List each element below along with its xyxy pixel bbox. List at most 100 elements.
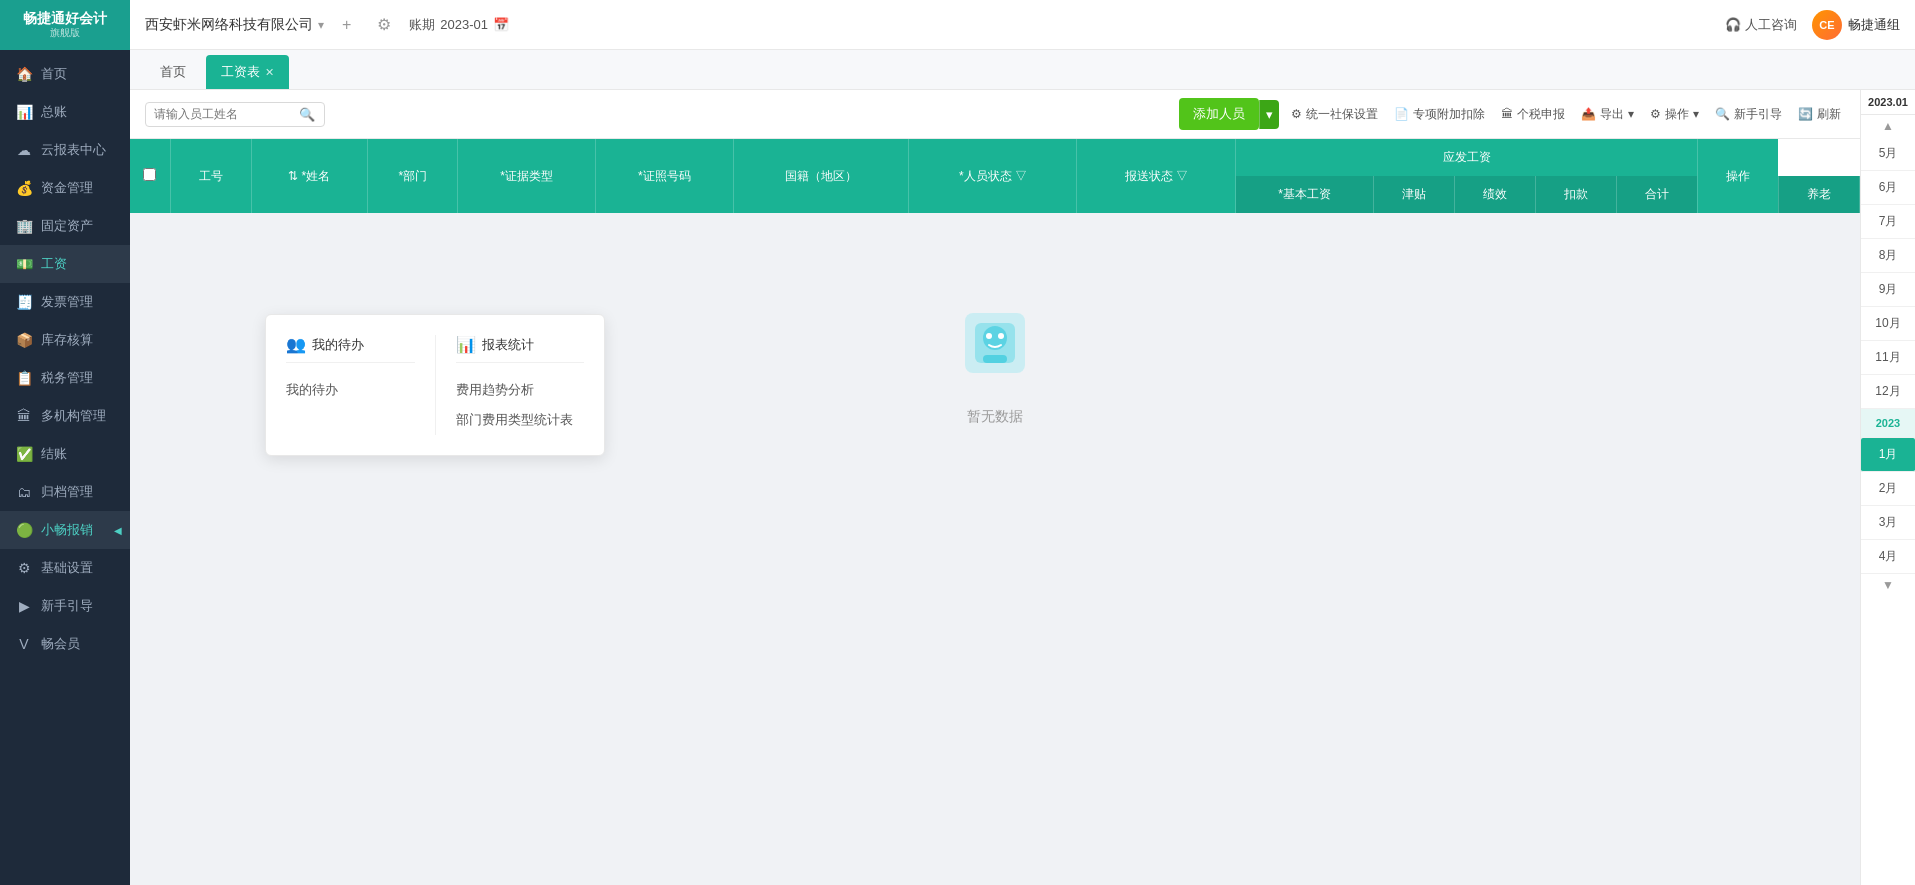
sidebar-item-label-checkout: 结账 [41, 445, 67, 463]
company-dropdown-icon: ▾ [318, 18, 324, 32]
month-nav-up[interactable]: ▲ [1861, 115, 1915, 137]
col-employee-id: 工号 [170, 139, 251, 213]
sidebar-item-label-multi-org: 多机构管理 [41, 407, 106, 425]
service-button[interactable]: 🎧 人工咨询 [1725, 16, 1797, 34]
month-item-jul[interactable]: 7月 [1861, 205, 1915, 239]
sidebar-item-cloud-report[interactable]: ☁ 云报表中心 [0, 131, 130, 169]
dept-cost-item[interactable]: 部门费用类型统计表 [456, 405, 585, 435]
add-person-dropdown-button[interactable]: ▾ [1259, 100, 1279, 129]
sidebar-item-salary[interactable]: 💵工资 [0, 245, 130, 283]
month-item-oct[interactable]: 10月 [1861, 307, 1915, 341]
todo-section-icon: 👥 [286, 335, 306, 354]
col-pension: 养老 [1778, 176, 1859, 213]
month-item-apr[interactable]: 4月 [1861, 540, 1915, 574]
logo-sub: 旗舰版 [50, 26, 80, 40]
col-checkbox[interactable] [130, 139, 170, 213]
headset-icon: 🎧 [1725, 17, 1741, 32]
tax-report-button[interactable]: 🏛 个税申报 [1497, 106, 1569, 123]
col-name[interactable]: ⇅ *姓名 [251, 139, 368, 213]
tab-close-icon[interactable]: ✕ [265, 66, 274, 79]
sidebar-item-tax[interactable]: 📋税务管理 [0, 359, 130, 397]
archive-icon: 🗂 [15, 484, 33, 500]
export-button[interactable]: 📤 导出 ▾ [1577, 106, 1638, 123]
logo: 畅捷通好会计 旗舰版 [0, 0, 130, 50]
sidebar-item-expense[interactable]: 🟢小畅报销◀ [0, 511, 130, 549]
cost-trend-item[interactable]: 费用趋势分析 [456, 375, 585, 405]
month-item-nov[interactable]: 11月 [1861, 341, 1915, 375]
empty-icon [945, 293, 1045, 393]
search-icon[interactable]: 🔍 [299, 107, 315, 122]
sidebar-item-home[interactable]: 🏠首页 [0, 55, 130, 93]
dropdown-section-title-report: 📊 报表统计 [456, 335, 585, 363]
col-report-status[interactable]: 报送状态 ▽ [1077, 139, 1236, 213]
month-item-jun[interactable]: 6月 [1861, 171, 1915, 205]
tab-bar: 首页 工资表 ✕ [130, 50, 1915, 90]
inventory-icon: 📦 [15, 332, 33, 348]
select-all-checkbox[interactable] [143, 168, 156, 181]
month-item-sep[interactable]: 9月 [1861, 273, 1915, 307]
month-item-jan[interactable]: 1月 [1861, 438, 1915, 472]
main-content: 西安虾米网络科技有限公司 ▾ + ⚙ 账期 2023-01 📅 🎧 人工咨询 C… [130, 0, 1915, 885]
period-info: 账期 2023-01 📅 [409, 16, 509, 34]
sidebar-item-checkout[interactable]: ✅结账 [0, 435, 130, 473]
sidebar-item-guide[interactable]: ▶新手引导 [0, 587, 130, 625]
social-insurance-button[interactable]: ⚙ 统一社保设置 [1287, 106, 1382, 123]
table-header-row1: 工号 ⇅ *姓名 *部门 *证据类型 *证照号码 国籍（地区） *人员状态 ▽ … [130, 139, 1860, 176]
calendar-icon[interactable]: 📅 [493, 17, 509, 32]
search-input[interactable] [154, 107, 294, 121]
period-label: 账期 [409, 16, 435, 34]
topbar-add-button[interactable]: + [334, 12, 359, 38]
sidebar-item-general-ledger[interactable]: 📊总账 [0, 93, 130, 131]
company-select[interactable]: 西安虾米网络科技有限公司 ▾ [145, 16, 324, 34]
month-item-aug[interactable]: 8月 [1861, 239, 1915, 273]
month-year-2023: 2023 [1861, 409, 1915, 438]
search-box: 🔍 [145, 102, 325, 127]
general-ledger-icon: 📊 [15, 104, 33, 120]
dropdown-divider [435, 335, 436, 435]
sidebar-item-fund-management[interactable]: 💰资金管理 [0, 169, 130, 207]
refresh-button[interactable]: 🔄 刷新 [1794, 106, 1845, 123]
tab-salary[interactable]: 工资表 ✕ [206, 55, 289, 89]
toolbar: 🔍 添加人员 ▾ ⚙ 统一社保设置 📄 专项附加扣 [130, 90, 1860, 139]
sidebar-item-label-fund-management: 资金管理 [41, 179, 93, 197]
col-id-type: *证据类型 [458, 139, 596, 213]
month-nav-down[interactable]: ▼ [1861, 574, 1915, 596]
month-item-mar[interactable]: 3月 [1861, 506, 1915, 540]
cloud-report-icon: ☁ [15, 142, 33, 158]
sidebar-item-invoice[interactable]: 🧾发票管理 [0, 283, 130, 321]
sidebar-item-multi-org[interactable]: 🏛多机构管理 [0, 397, 130, 435]
sidebar-item-label-home: 首页 [41, 65, 67, 83]
guide-button[interactable]: 🔍 新手引导 [1711, 106, 1786, 123]
sidebar-item-label-cloud-report: 云报表中心 [41, 141, 106, 159]
tab-salary-label: 工资表 [221, 63, 260, 81]
sidebar-item-settings[interactable]: ⚙基础设置 [0, 549, 130, 587]
col-operations: 操作 [1697, 139, 1778, 213]
topbar-settings-button[interactable]: ⚙ [369, 11, 399, 38]
month-item-feb[interactable]: 2月 [1861, 472, 1915, 506]
social-insurance-icon: ⚙ [1291, 107, 1302, 121]
refresh-icon: 🔄 [1798, 107, 1813, 121]
topbar: 西安虾米网络科技有限公司 ▾ + ⚙ 账期 2023-01 📅 🎧 人工咨询 C… [130, 0, 1915, 50]
todo-item[interactable]: 我的待办 [286, 375, 415, 405]
logo-text: 畅捷通好会计 [23, 10, 107, 27]
special-deduction-button[interactable]: 📄 专项附加扣除 [1390, 106, 1489, 123]
col-person-status[interactable]: *人员状态 ▽ [909, 139, 1077, 213]
empty-text: 暂无数据 [967, 408, 1023, 426]
sidebar-item-member[interactable]: V畅会员 [0, 625, 130, 663]
avatar: CE [1812, 10, 1842, 40]
tab-home[interactable]: 首页 [145, 55, 201, 89]
month-item-may[interactable]: 5月 [1861, 137, 1915, 171]
add-person-button[interactable]: 添加人员 [1179, 98, 1259, 130]
user-info[interactable]: CE 畅捷通组 [1812, 10, 1900, 40]
operation-button[interactable]: ⚙ 操作 ▾ [1646, 106, 1703, 123]
settings-icon: ⚙ [15, 560, 33, 576]
expense-icon: 🟢 [15, 522, 33, 538]
invoice-icon: 🧾 [15, 294, 33, 310]
month-item-dec[interactable]: 12月 [1861, 375, 1915, 409]
sidebar-item-archive[interactable]: 🗂 归档管理 [0, 473, 130, 511]
period-value: 2023-01 [440, 17, 488, 32]
sidebar-item-label-archive: 归档管理 [41, 483, 93, 501]
sidebar-item-inventory[interactable]: 📦库存核算 [0, 321, 130, 359]
member-icon: V [15, 636, 33, 652]
sidebar-item-fixed-assets[interactable]: 🏢固定资产 [0, 207, 130, 245]
